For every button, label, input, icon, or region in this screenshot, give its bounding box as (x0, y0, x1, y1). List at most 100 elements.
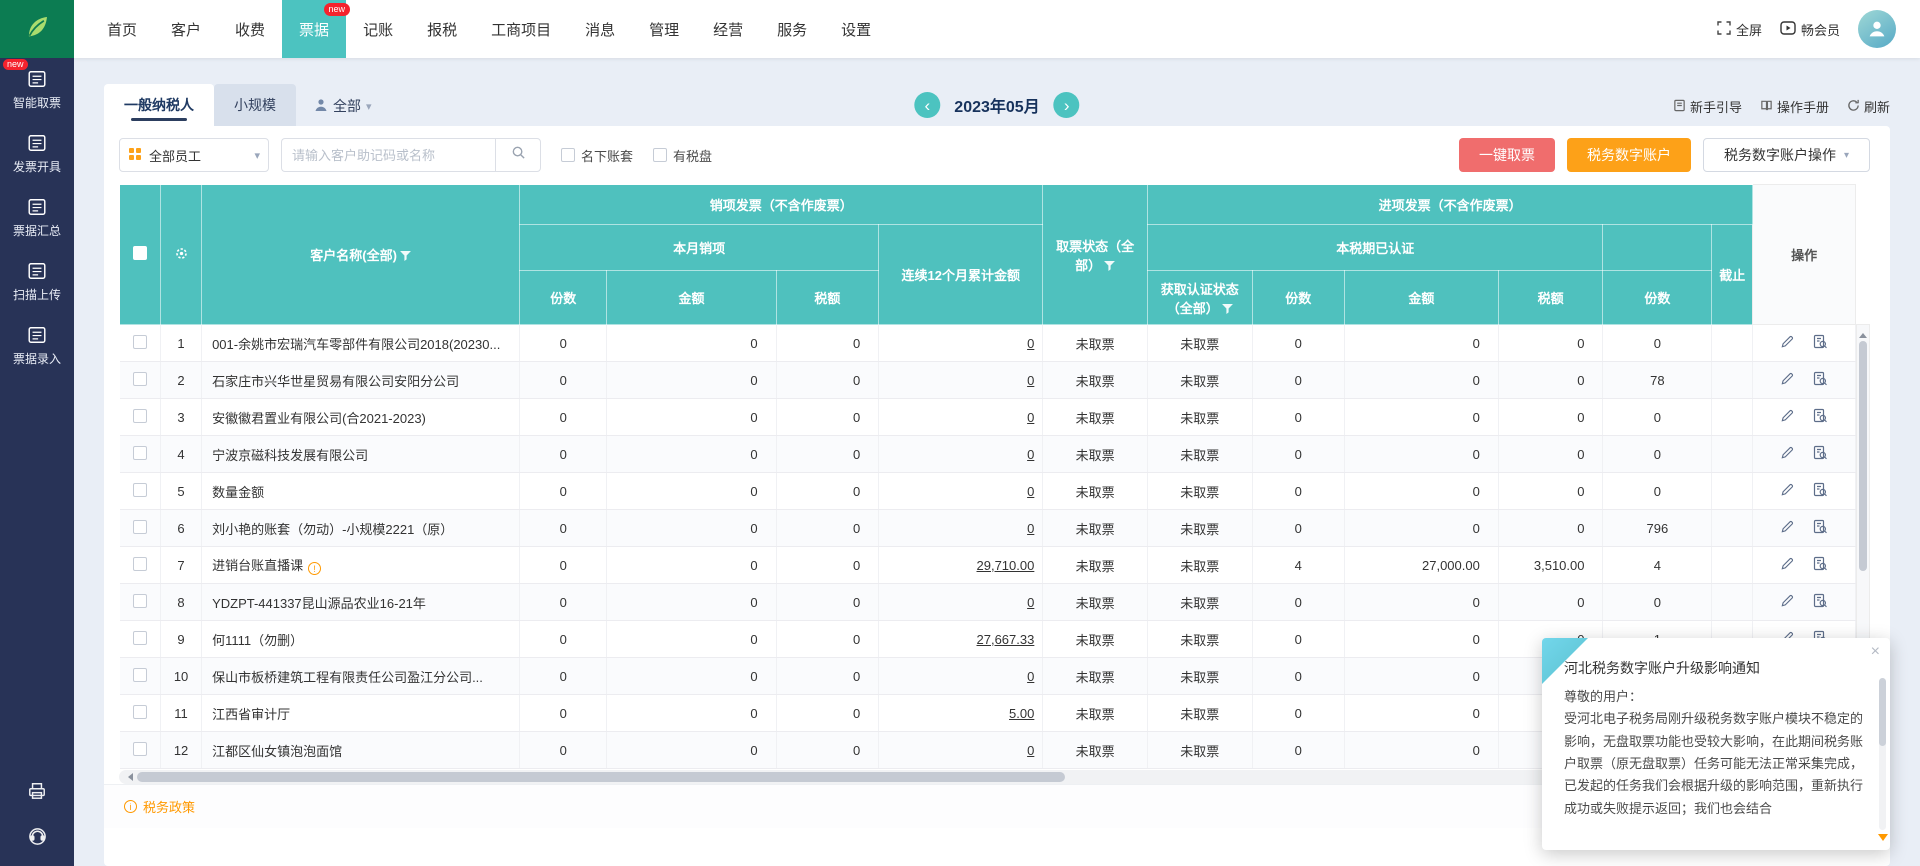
cum12-link[interactable]: 0 (1027, 595, 1034, 610)
nav-item[interactable]: 客户 (154, 0, 218, 58)
notification-scroll-down-icon[interactable] (1878, 834, 1888, 846)
notification-scroll-thumb[interactable] (1879, 678, 1886, 747)
sidebar-item[interactable]: 票据汇总 (0, 186, 74, 250)
prev-month-button[interactable]: ‹ (914, 92, 941, 118)
nav-item[interactable]: 首页 (90, 0, 154, 58)
customer-name[interactable]: YDZPT-441337昆山源品农业16-21年 (212, 596, 426, 611)
customer-name[interactable]: 刘小艳的账套（勿动）-小规模2221（原） (212, 522, 453, 537)
row-checkbox[interactable] (132, 445, 147, 460)
search-button[interactable] (495, 138, 541, 172)
nav-item[interactable]: 设置 (824, 0, 888, 58)
customer-name[interactable]: 石家庄市兴华世星贸易有限公司安阳分公司 (212, 374, 459, 389)
cum12-link[interactable]: 0 (1027, 336, 1034, 351)
edit-icon[interactable] (1780, 482, 1795, 500)
vertical-scroll-thumb[interactable] (1859, 341, 1867, 572)
scroll-left-icon[interactable] (124, 773, 133, 781)
nav-item[interactable]: 报税 (410, 0, 474, 58)
view-bill-icon[interactable] (1812, 445, 1828, 464)
one-click-fetch-button[interactable]: 一键取票 (1458, 138, 1555, 172)
view-bill-icon[interactable] (1812, 408, 1828, 427)
sidebar-item[interactable]: 票据录入 (0, 314, 74, 378)
filter-funnel-icon[interactable] (1104, 259, 1116, 274)
region-filter-dropdown[interactable]: 全部 ▾ (314, 96, 372, 116)
edit-icon[interactable] (1780, 371, 1795, 389)
gear-icon[interactable] (174, 247, 189, 264)
manual-link[interactable]: 操作手册 (1760, 97, 1829, 116)
sidebar-item[interactable]: new 智能取票 (0, 58, 74, 122)
cum12-link[interactable]: 0 (1027, 669, 1034, 684)
tab-small-scale[interactable]: 小规模 (214, 84, 296, 126)
nav-item[interactable]: 服务 (760, 0, 824, 58)
tab-general-taxpayer[interactable]: 一般纳税人 (104, 84, 214, 126)
row-checkbox[interactable] (132, 519, 147, 534)
edit-icon[interactable] (1780, 556, 1795, 574)
cum12-link[interactable]: 5.00 (1009, 706, 1034, 721)
cum12-link[interactable]: 0 (1027, 521, 1034, 536)
cum12-link[interactable]: 29,710.00 (977, 558, 1035, 573)
edit-icon[interactable] (1780, 408, 1795, 426)
customer-name[interactable]: 进销台账直播课 (212, 558, 303, 573)
view-bill-icon[interactable] (1812, 371, 1828, 390)
row-checkbox[interactable] (132, 741, 147, 756)
view-bill-icon[interactable] (1812, 519, 1828, 538)
view-bill-icon[interactable] (1812, 334, 1828, 353)
notification-scrollbar[interactable] (1879, 678, 1886, 830)
next-month-button[interactable]: › (1053, 92, 1080, 118)
sidebar-item[interactable]: 发票开具 (0, 122, 74, 186)
row-checkbox[interactable] (132, 667, 147, 682)
nav-item[interactable]: 票据 new (282, 0, 351, 58)
nav-item[interactable]: 记账 (346, 0, 410, 58)
nav-item[interactable]: 经营 (696, 0, 760, 58)
customer-name[interactable]: 数量金额 (212, 485, 264, 500)
cum12-link[interactable]: 0 (1027, 484, 1034, 499)
cum12-link[interactable]: 27,667.33 (977, 632, 1035, 647)
customer-name[interactable]: 江都区仙女镇泡泡面馆 (212, 744, 342, 759)
tax-digital-account-button[interactable]: 税务数字账户 (1566, 138, 1691, 172)
scroll-up-icon[interactable] (1859, 329, 1867, 338)
row-checkbox[interactable] (132, 593, 147, 608)
service-icon[interactable] (27, 826, 48, 852)
cum12-link[interactable]: 0 (1027, 447, 1034, 462)
customer-name[interactable]: 宁波京磁科技发展有限公司 (212, 448, 368, 463)
row-checkbox[interactable] (132, 334, 147, 349)
checkbox-tax-disk[interactable]: 有税盘 (653, 146, 712, 165)
close-icon[interactable]: × (1871, 644, 1880, 660)
customer-name[interactable]: 江西省审计厅 (212, 707, 290, 722)
cum12-link[interactable]: 0 (1027, 410, 1034, 425)
fullscreen-button[interactable]: 全屏 (1717, 20, 1762, 39)
edit-icon[interactable] (1780, 334, 1795, 352)
employee-select[interactable]: 全部员工 ▾ (119, 138, 269, 172)
filter-funnel-icon[interactable] (1221, 302, 1233, 317)
view-bill-icon[interactable] (1812, 482, 1828, 501)
brand-logo[interactable] (0, 0, 74, 58)
member-button[interactable]: 畅会员 (1780, 20, 1840, 39)
nav-item[interactable]: 管理 (632, 0, 696, 58)
edit-icon[interactable] (1780, 445, 1795, 463)
row-checkbox[interactable] (132, 482, 147, 497)
select-all-checkbox[interactable] (133, 246, 148, 260)
nav-item[interactable]: 收费 (218, 0, 282, 58)
sidebar-item[interactable]: 扫描上传 (0, 250, 74, 314)
filter-funnel-icon[interactable] (399, 249, 411, 264)
horizontal-scroll-thumb[interactable] (137, 772, 1066, 782)
print-icon[interactable] (27, 781, 47, 806)
refresh-link[interactable]: 刷新 (1847, 97, 1890, 116)
cum12-link[interactable]: 0 (1027, 743, 1034, 758)
tax-policy-link[interactable]: i 税务政策 (119, 797, 195, 816)
customer-name[interactable]: 何1111（勿删） (212, 633, 303, 648)
edit-icon[interactable] (1780, 519, 1795, 537)
nav-item[interactable]: 消息 (568, 0, 632, 58)
tax-account-ops-dropdown[interactable]: 税务数字账户操作 ▾ (1702, 138, 1870, 172)
row-checkbox[interactable] (132, 408, 147, 423)
edit-icon[interactable] (1780, 593, 1795, 611)
customer-name[interactable]: 保山市板桥建筑工程有限责任公司盈江分公司... (212, 670, 483, 685)
customer-name[interactable]: 安徽徽君置业有限公司(合2021-2023) (212, 411, 426, 426)
checkbox-own-accounts[interactable]: 名下账套 (561, 146, 633, 165)
avatar[interactable] (1858, 10, 1896, 48)
view-bill-icon[interactable] (1812, 593, 1828, 612)
view-bill-icon[interactable] (1812, 556, 1828, 575)
info-icon[interactable]: ! (308, 562, 322, 576)
cum12-link[interactable]: 0 (1027, 373, 1034, 388)
nav-item[interactable]: 工商项目 (474, 0, 568, 58)
row-checkbox[interactable] (132, 371, 147, 386)
